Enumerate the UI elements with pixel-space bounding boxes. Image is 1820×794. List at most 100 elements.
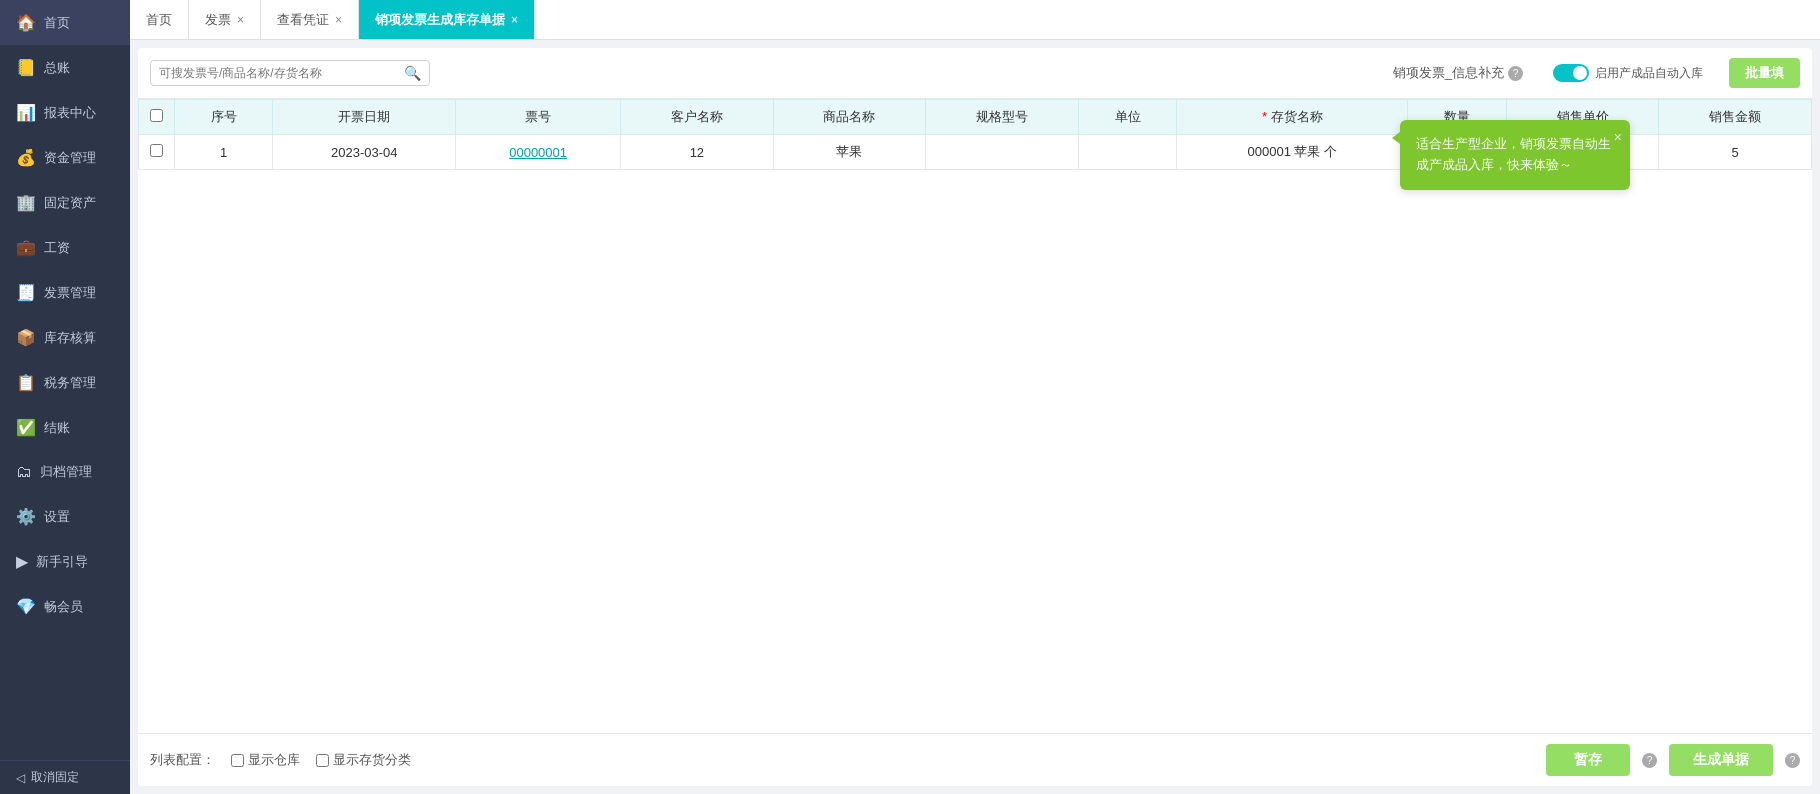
tab-home[interactable]: 首页: [130, 0, 189, 39]
tab-invoice-label: 发票: [205, 11, 231, 29]
tab-create-stock-label: 销项发票生成库存单据: [375, 11, 505, 29]
sidebar-label-home: 首页: [44, 14, 70, 32]
tooltip-text: 适合生产型企业，销项发票自动生成产成品入库，快来体验～: [1416, 136, 1611, 172]
select-all-checkbox[interactable]: [150, 109, 163, 122]
header-seq: 序号: [175, 100, 273, 135]
settlement-icon: ✅: [16, 418, 36, 437]
info-label-area: 销项发票_信息补充 ?: [1393, 64, 1523, 82]
info-label-text: 销项发票_信息补充: [1393, 64, 1504, 82]
tab-voucher-label: 查看凭证: [277, 11, 329, 29]
sidebar-item-fund-mgmt[interactable]: 💰 资金管理: [0, 135, 130, 180]
info-help-icon[interactable]: ?: [1508, 66, 1523, 81]
header-date: 开票日期: [273, 100, 456, 135]
show-warehouse-option[interactable]: 显示仓库: [231, 751, 300, 769]
tab-voucher-close[interactable]: ×: [335, 13, 342, 27]
row-unit: [1078, 135, 1176, 170]
sidebar: 🏠 首页 📒 总账 📊 报表中心 💰 资金管理 🏢 固定资产 💼 工资 🧾 发票…: [0, 0, 130, 794]
sidebar-label-ledger: 总账: [44, 59, 70, 77]
payroll-icon: 💼: [16, 238, 36, 257]
row-checkbox[interactable]: [150, 144, 163, 157]
sidebar-label-archive: 归档管理: [40, 463, 92, 481]
toggle-label: 启用产成品自动入库: [1595, 65, 1703, 82]
sidebar-item-general-ledger[interactable]: 📒 总账: [0, 45, 130, 90]
sidebar-item-home[interactable]: 🏠 首页: [0, 0, 130, 45]
sidebar-item-invoice-mgmt[interactable]: 🧾 发票管理: [0, 270, 130, 315]
save-button[interactable]: 暂存: [1546, 744, 1630, 776]
tab-invoice[interactable]: 发票 ×: [189, 0, 261, 39]
sidebar-label-settings: 设置: [44, 508, 70, 526]
unpin-label: 取消固定: [31, 769, 79, 786]
sidebar-item-fixed-assets[interactable]: 🏢 固定资产: [0, 180, 130, 225]
row-seq: 1: [175, 135, 273, 170]
row-number[interactable]: 00000001: [456, 135, 621, 170]
row-stock-name[interactable]: 000001 苹果 个: [1177, 135, 1408, 170]
tab-invoice-close[interactable]: ×: [237, 13, 244, 27]
sidebar-item-vip[interactable]: 💎 畅会员: [0, 584, 130, 629]
bottom-bar: 列表配置： 显示仓库 显示存货分类 暂存 ? 生成单据 ?: [138, 733, 1812, 786]
sidebar-label-payroll: 工资: [44, 239, 70, 257]
show-category-label: 显示存货分类: [333, 751, 411, 769]
sidebar-label-vip: 畅会员: [44, 598, 83, 616]
search-box[interactable]: 🔍: [150, 60, 430, 86]
generate-help-icon[interactable]: ?: [1785, 753, 1800, 768]
invoice-link[interactable]: 00000001: [509, 145, 567, 160]
row-goods: 苹果: [773, 135, 926, 170]
sidebar-item-guide[interactable]: ▶ 新手引导: [0, 539, 130, 584]
header-checkbox-cell[interactable]: [139, 100, 175, 135]
unpin-button[interactable]: ◁ 取消固定: [0, 760, 130, 794]
header-unit: 单位: [1078, 100, 1176, 135]
save-help-icon[interactable]: ?: [1642, 753, 1657, 768]
header-goods: 商品名称: [773, 100, 926, 135]
sidebar-label-settlement: 结账: [44, 419, 70, 437]
vip-icon: 💎: [16, 597, 36, 616]
guide-icon: ▶: [16, 552, 28, 571]
sidebar-label-invoice: 发票管理: [44, 284, 96, 302]
sidebar-label-tax: 税务管理: [44, 374, 96, 392]
home-icon: 🏠: [16, 13, 36, 32]
report-icon: 📊: [16, 103, 36, 122]
show-warehouse-checkbox[interactable]: [231, 754, 244, 767]
sidebar-item-report-center[interactable]: 📊 报表中心: [0, 90, 130, 135]
table-container: 序号 开票日期 票号 客户名称 商品名称 规格型号 单位 存货名称 数量 销售单…: [138, 99, 1812, 733]
header-stock-name: 存货名称: [1177, 100, 1408, 135]
sidebar-item-settlement[interactable]: ✅ 结账: [0, 405, 130, 450]
show-category-option[interactable]: 显示存货分类: [316, 751, 411, 769]
sidebar-item-payroll[interactable]: 💼 工资: [0, 225, 130, 270]
auto-stock-toggle[interactable]: [1553, 64, 1589, 82]
header-spec: 规格型号: [926, 100, 1079, 135]
list-config-label: 列表配置：: [150, 751, 215, 769]
tab-create-stock-close[interactable]: ×: [511, 13, 518, 27]
toggle-area: 启用产成品自动入库: [1553, 64, 1703, 82]
sidebar-item-inventory[interactable]: 📦 库存核算: [0, 315, 130, 360]
inventory-icon: 📦: [16, 328, 36, 347]
tab-create-stock[interactable]: 销项发票生成库存单据 ×: [359, 0, 535, 39]
sidebar-label-inventory: 库存核算: [44, 329, 96, 347]
header-number: 票号: [456, 100, 621, 135]
search-icon: 🔍: [404, 65, 421, 81]
archive-icon: 🗂: [16, 463, 32, 481]
sidebar-item-settings[interactable]: ⚙️ 设置: [0, 494, 130, 539]
row-checkbox-cell[interactable]: [139, 135, 175, 170]
invoice-icon: 🧾: [16, 283, 36, 302]
assets-icon: 🏢: [16, 193, 36, 212]
tooltip-popup: × 适合生产型企业，销项发票自动生成产成品入库，快来体验～: [1400, 120, 1630, 190]
generate-button[interactable]: 生成单据: [1669, 744, 1773, 776]
settings-icon: ⚙️: [16, 507, 36, 526]
ledger-icon: 📒: [16, 58, 36, 77]
sidebar-item-archive-mgmt[interactable]: 🗂 归档管理: [0, 450, 130, 494]
batch-fill-button[interactable]: 批量填: [1729, 58, 1800, 88]
tab-voucher[interactable]: 查看凭证 ×: [261, 0, 359, 39]
sidebar-label-guide: 新手引导: [36, 553, 88, 571]
toolbar: 🔍 销项发票_信息补充 ? 启用产成品自动入库 批量填: [138, 48, 1812, 99]
sidebar-label-report: 报表中心: [44, 104, 96, 122]
action-buttons: 暂存 ? 生成单据 ?: [1546, 744, 1800, 776]
sidebar-label-fund: 资金管理: [44, 149, 96, 167]
tooltip-close-button[interactable]: ×: [1614, 126, 1622, 148]
show-warehouse-label: 显示仓库: [248, 751, 300, 769]
sidebar-item-tax-mgmt[interactable]: 📋 税务管理: [0, 360, 130, 405]
show-category-checkbox[interactable]: [316, 754, 329, 767]
search-input[interactable]: [159, 66, 404, 80]
tax-icon: 📋: [16, 373, 36, 392]
header-amount: 销售金额: [1659, 100, 1812, 135]
fund-icon: 💰: [16, 148, 36, 167]
